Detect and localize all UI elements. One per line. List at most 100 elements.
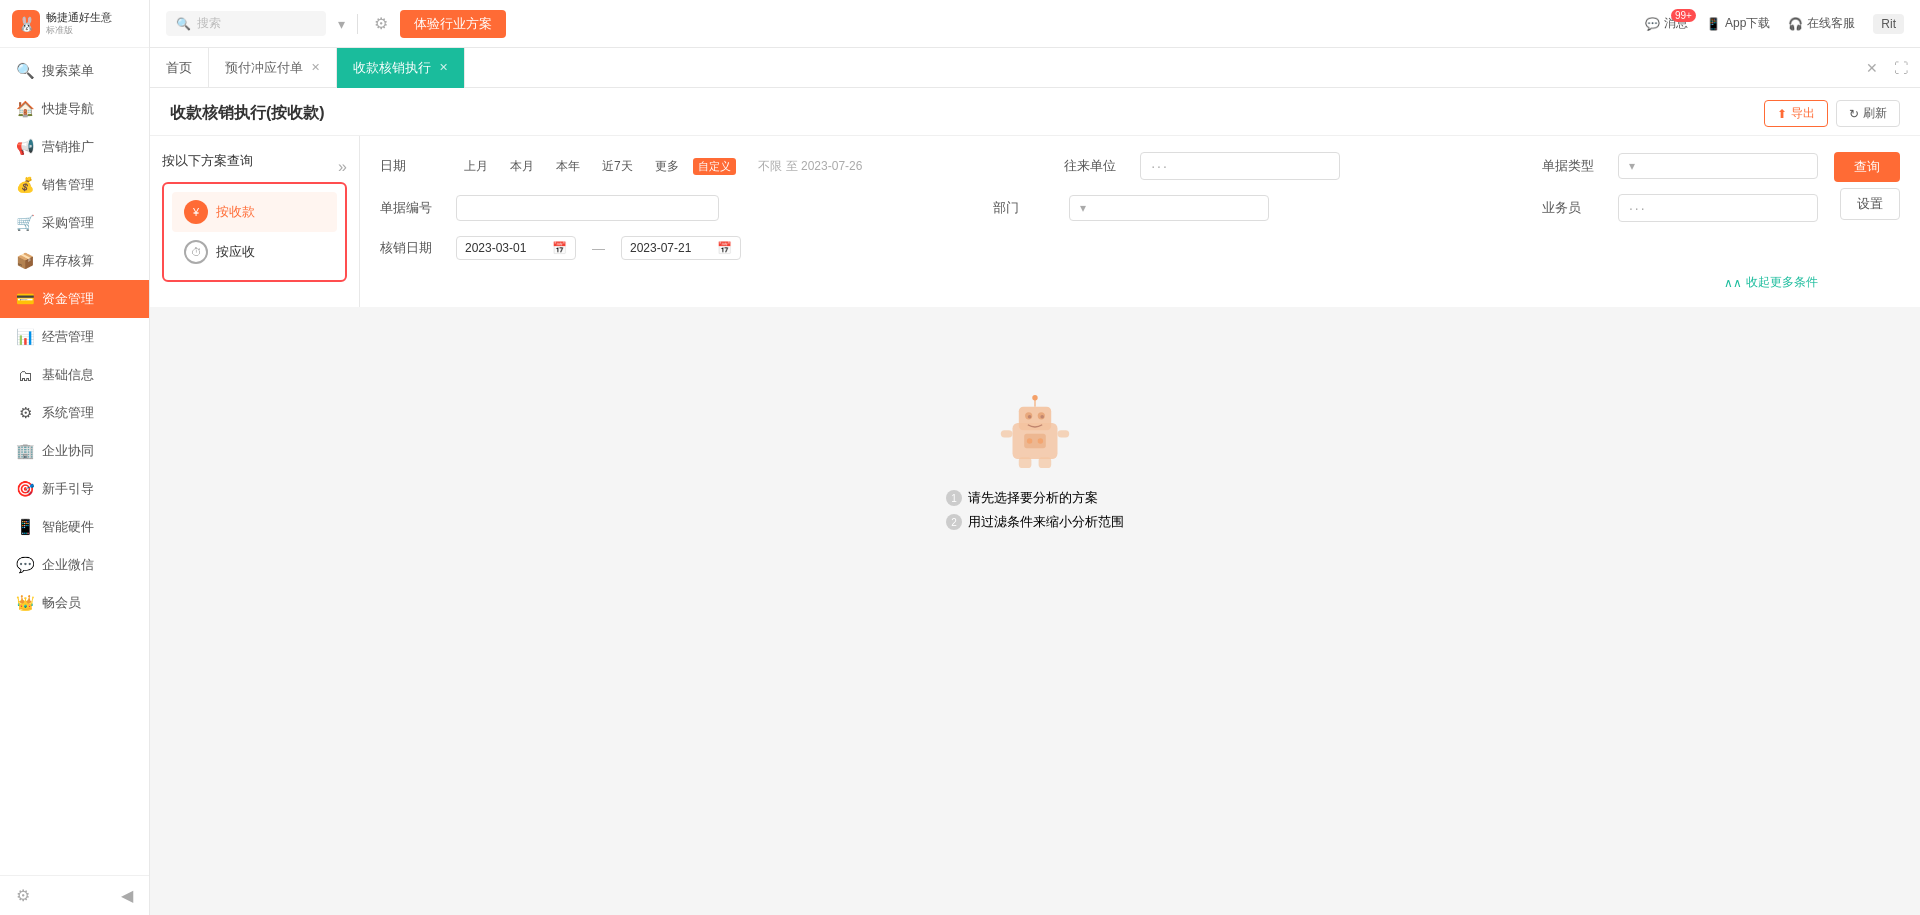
dropdown-arrow-icon[interactable]: ▾: [338, 16, 345, 32]
header-search-box[interactable]: 🔍 搜索: [166, 11, 326, 36]
date-this-month[interactable]: 本月: [502, 156, 542, 177]
query-actions: 查询 设置: [1818, 152, 1900, 291]
sidebar-item-marketing[interactable]: 📢 营销推广: [0, 128, 149, 166]
date-no-limit-area: 不限 至 2023-07-26: [758, 158, 863, 175]
date-range-separator: —: [592, 241, 605, 256]
user-avatar[interactable]: Rit: [1873, 14, 1904, 34]
tab-prepayment[interactable]: 预付冲应付单 ✕: [209, 48, 337, 88]
counterparty-select[interactable]: ···: [1140, 152, 1340, 180]
calendar-end-icon[interactable]: 📅: [717, 241, 732, 255]
tab-home[interactable]: 首页: [150, 48, 209, 88]
inventory-icon: 📦: [16, 252, 34, 270]
sidebar-menu: 🔍 搜索菜单 🏠 快捷导航 📢 营销推广 💰 销售管理 🛒 采购管理 📦 库存核…: [0, 48, 149, 875]
refresh-button[interactable]: ↻ 刷新: [1836, 100, 1900, 127]
dept-select[interactable]: ▾: [1069, 195, 1269, 221]
writeoff-date-start-input[interactable]: 2023-03-01 📅: [456, 236, 576, 260]
sidebar-label-operations: 经营管理: [42, 328, 94, 346]
writeoff-end-value: 2023-07-21: [630, 241, 691, 255]
service-label: 在线客服: [1807, 15, 1855, 32]
close-tab-icon[interactable]: ✕: [1862, 56, 1882, 80]
page-title: 收款核销执行(按收款): [170, 103, 325, 124]
sidebar-label-sales: 销售管理: [42, 176, 94, 194]
filter-option-by-receipt[interactable]: ¥ 按收款: [172, 192, 337, 232]
sales-icon: 💰: [16, 176, 34, 194]
online-service-button[interactable]: 🎧 在线客服: [1788, 15, 1855, 32]
empty-tip-2: 2 用过滤条件来缩小分析范围: [946, 513, 1124, 531]
app-download-button[interactable]: 📱 App下载: [1706, 15, 1770, 32]
settings-icon[interactable]: ⚙: [16, 886, 30, 905]
page-content: 收款核销执行(按收款) ⬆ 导出 ↻ 刷新 按以下方案查询 »: [150, 88, 1920, 915]
hardware-icon: 📱: [16, 518, 34, 536]
header-right-area: 💬 消息 99+ 📱 App下载 🎧 在线客服 Rit: [1645, 14, 1904, 34]
sidebar-item-finance[interactable]: 💳 资金管理: [0, 280, 149, 318]
filter-panel: 按以下方案查询 » ¥ 按收款 ⏱ 按应收: [150, 136, 1920, 307]
sidebar-item-inventory[interactable]: 📦 库存核算: [0, 242, 149, 280]
sidebar-item-sales[interactable]: 💰 销售管理: [0, 166, 149, 204]
date-shortcuts: 上月 本月 本年 近7天 更多 自定义: [456, 156, 736, 177]
tab-collection[interactable]: 收款核销执行 ✕: [337, 48, 465, 88]
sidebar-item-basicinfo[interactable]: 🗂 基础信息: [0, 356, 149, 394]
logo-area: 🐰 畅捷通好生意 标准版: [0, 0, 149, 48]
guide-icon: 🎯: [16, 480, 34, 498]
filter-scheme-title: 按以下方案查询: [162, 152, 253, 170]
message-badge: 99+: [1671, 9, 1696, 22]
sidebar-item-member[interactable]: 👑 畅会员: [0, 584, 149, 622]
settings-button[interactable]: 设置: [1840, 188, 1900, 220]
collapse-more-btn[interactable]: ∧∧ 收起更多条件: [380, 274, 1818, 291]
sidebar-item-system[interactable]: ⚙ 系统管理: [0, 394, 149, 432]
date-last-7-days[interactable]: 近7天: [594, 156, 641, 177]
date-this-year[interactable]: 本年: [548, 156, 588, 177]
sidebar-item-hardware[interactable]: 📱 智能硬件: [0, 508, 149, 546]
logo-name: 畅捷通好生意: [46, 10, 112, 24]
collapse-sidebar-icon[interactable]: ◀: [121, 886, 133, 905]
sidebar-bottom: ⚙ ◀: [0, 875, 149, 915]
sidebar-item-search[interactable]: 🔍 搜索菜单: [0, 52, 149, 90]
sidebar-label-marketing: 营销推广: [42, 138, 94, 156]
sidebar-label-guide: 新手引导: [42, 480, 94, 498]
tip-num-2: 2: [946, 514, 962, 530]
doc-no-input[interactable]: [456, 195, 719, 221]
writeoff-date-label: 核销日期: [380, 239, 440, 257]
prepayment-tab-close-icon[interactable]: ✕: [311, 61, 320, 74]
export-button[interactable]: ⬆ 导出: [1764, 100, 1828, 127]
date-last-month[interactable]: 上月: [456, 156, 496, 177]
filter-row-3: 核销日期 2023-03-01 📅 — 2023-07-21 📅: [380, 236, 1818, 260]
filter-row-2: 单据编号 部门 ▾ 业务员 ···: [380, 194, 1818, 222]
date-more[interactable]: 更多: [647, 156, 687, 177]
calendar-start-icon[interactable]: 📅: [552, 241, 567, 255]
solution-button[interactable]: 体验行业方案: [400, 10, 506, 38]
staff-select[interactable]: ···: [1618, 194, 1818, 222]
sidebar-item-quicknav[interactable]: 🏠 快捷导航: [0, 90, 149, 128]
expand-tab-icon[interactable]: ⛶: [1890, 56, 1912, 80]
logo-icon: 🐰: [12, 10, 40, 38]
page-header: 收款核销执行(按收款) ⬆ 导出 ↻ 刷新: [150, 88, 1920, 136]
message-button[interactable]: 💬 消息 99+: [1645, 15, 1688, 32]
svg-point-5: [1040, 415, 1044, 419]
collection-tab-close-icon[interactable]: ✕: [439, 61, 448, 74]
gear-icon[interactable]: ⚙: [374, 14, 388, 33]
sidebar-item-enterprise[interactable]: 🏢 企业协同: [0, 432, 149, 470]
sidebar-label-hardware: 智能硬件: [42, 518, 94, 536]
no-limit-label: 不限: [758, 158, 782, 175]
filter-option-by-receivable[interactable]: ⏱ 按应收: [172, 232, 337, 272]
sidebar-item-operations[interactable]: 📊 经营管理: [0, 318, 149, 356]
scheme-collapse-icon[interactable]: »: [338, 158, 347, 176]
svg-rect-8: [1001, 430, 1013, 437]
receivable-option-icon: ⏱: [184, 240, 208, 264]
collapse-more-label: 收起更多条件: [1746, 274, 1818, 291]
sidebar-item-wechat[interactable]: 💬 企业微信: [0, 546, 149, 584]
writeoff-date-end-input[interactable]: 2023-07-21 📅: [621, 236, 741, 260]
query-button[interactable]: 查询: [1834, 152, 1900, 182]
receivable-option-label: 按应收: [216, 243, 255, 261]
empty-illustration: [990, 387, 1080, 477]
date-label: 日期: [380, 157, 440, 175]
main-area: 🔍 搜索 ▾ ⚙ 体验行业方案 💬 消息 99+ 📱 App下载 🎧 在线客服 …: [150, 0, 1920, 915]
sidebar-item-guide[interactable]: 🎯 新手引导: [0, 470, 149, 508]
sidebar-item-purchase[interactable]: 🛒 采购管理: [0, 204, 149, 242]
finance-icon: 💳: [16, 290, 34, 308]
counterparty-dots: ···: [1151, 158, 1169, 174]
dept-label: 部门: [993, 199, 1053, 217]
empty-tip-1: 1 请先选择要分析的方案: [946, 489, 1124, 507]
doc-type-select[interactable]: ▾: [1618, 153, 1818, 179]
empty-tips: 1 请先选择要分析的方案 2 用过滤条件来缩小分析范围: [946, 489, 1124, 537]
